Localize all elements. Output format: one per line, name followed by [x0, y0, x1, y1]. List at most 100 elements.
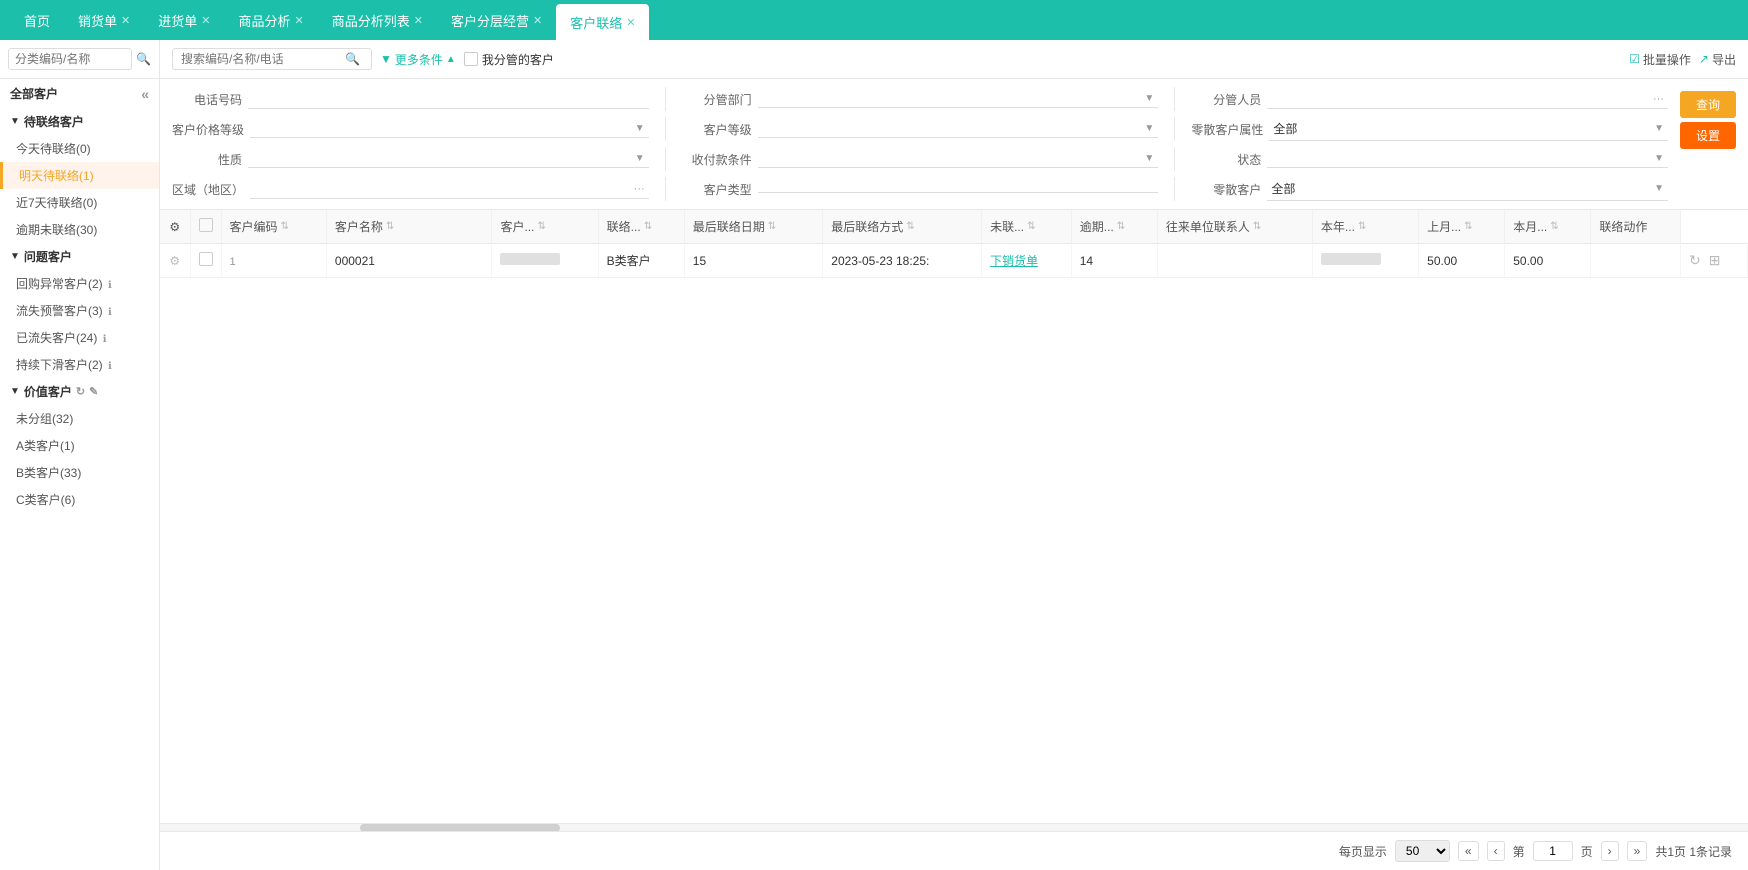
col-last-date-sort[interactable]: 最后联络日期 ⇅ [693, 218, 815, 235]
my-customer-checkbox-area[interactable]: 我分管的客户 [464, 51, 554, 68]
table-settings-icon[interactable]: ⚙ [169, 220, 180, 234]
first-page-btn[interactable]: « [1458, 841, 1479, 861]
col-this-year-sort[interactable]: 本年... ⇅ [1321, 218, 1410, 235]
row-checkbox-cell[interactable] [190, 244, 221, 278]
col-contact-count-header[interactable]: 联络... ⇅ [598, 210, 684, 244]
row-action-grid-icon[interactable]: ⊞ [1709, 252, 1721, 269]
row-last-method-link[interactable]: 下销货单 [990, 254, 1038, 268]
search-icon[interactable]: 🔍 [345, 52, 360, 66]
filter-customer-level-select[interactable]: ▼ [758, 120, 1159, 138]
sidebar-item-churned[interactable]: 已流失客户(24) ℹ [0, 324, 159, 351]
nav-customer-contact[interactable]: 客户联络 ✕ [556, 4, 649, 40]
sidebar-item-c-class[interactable]: C类客户(6) [0, 486, 159, 513]
filter-customer-type-select[interactable] [758, 186, 1159, 193]
filter-status-select[interactable]: ▼ [1267, 150, 1668, 168]
filter-person-more-icon[interactable]: ··· [1653, 93, 1664, 105]
nav-sales-order[interactable]: 销货单 ✕ [64, 0, 144, 40]
sidebar-item-a-class[interactable]: A类客户(1) [0, 432, 159, 459]
col-last-date-header[interactable]: 最后联络日期 ⇅ [684, 210, 823, 244]
value-section-header[interactable]: ▼ 价值客户 ↻ ✎ [0, 378, 159, 405]
nav-close-contact[interactable]: ✕ [626, 16, 635, 29]
col-not-contacted-sort[interactable]: 未联... ⇅ [990, 218, 1063, 235]
settings-button[interactable]: 设置 [1680, 122, 1736, 149]
query-button[interactable]: 查询 [1680, 91, 1736, 118]
col-type-sort[interactable]: 客户... ⇅ [500, 218, 589, 235]
value-edit-icon[interactable]: ✎ [89, 385, 98, 398]
more-filter-btn[interactable]: ▼ 更多条件 ▲ [380, 51, 456, 68]
sidebar-item-7days[interactable]: 近7天待联络(0) [0, 189, 159, 216]
value-refresh-icon[interactable]: ↻ [76, 385, 85, 398]
col-last-method-sort[interactable]: 最后联络方式 ⇅ [831, 218, 973, 235]
pending-section-header[interactable]: ▼ 待联络客户 [0, 108, 159, 135]
row-action-refresh-icon[interactable]: ↻ [1689, 252, 1701, 269]
filter-region-select[interactable]: ··· [250, 180, 649, 199]
nav-customer-tier[interactable]: 客户分层经营 ✕ [437, 0, 556, 40]
all-customers-header[interactable]: 全部客户 « [0, 79, 159, 108]
sidebar-item-tomorrow[interactable]: 明天待联络(1) [0, 162, 159, 189]
sidebar-search-input[interactable] [8, 48, 132, 70]
per-page-select[interactable]: 50 100 [1395, 840, 1450, 862]
filter-nature-select[interactable]: ▼ [248, 150, 649, 168]
sidebar-item-today[interactable]: 今天待联络(0) [0, 135, 159, 162]
problem-section-header[interactable]: ▼ 问题客户 [0, 243, 159, 270]
col-gear[interactable]: ⚙ [160, 210, 190, 244]
col-code-sort[interactable]: 客户编码 ⇅ [230, 218, 318, 235]
my-customer-checkbox[interactable] [464, 52, 478, 66]
page-input[interactable] [1533, 841, 1573, 861]
nav-close-product[interactable]: ✕ [295, 14, 304, 27]
col-code-header[interactable]: 客户编码 ⇅ [221, 210, 326, 244]
select-all-checkbox[interactable] [199, 218, 213, 232]
col-overdue-sort[interactable]: 逾期... ⇅ [1080, 218, 1149, 235]
col-type-header[interactable]: 客户... ⇅ [492, 210, 598, 244]
sidebar-item-churn-warning[interactable]: 流失预警客户(3) ℹ [0, 297, 159, 324]
row-settings-icon[interactable]: ⚙ [169, 254, 180, 268]
horizontal-scrollbar[interactable] [160, 823, 1748, 831]
last-page-btn[interactable]: » [1627, 841, 1648, 861]
col-last-method-header[interactable]: 最后联络方式 ⇅ [823, 210, 982, 244]
nav-product-analysis[interactable]: 商品分析 ✕ [224, 0, 317, 40]
sidebar-item-declining[interactable]: 持续下滑客户(2) ℹ [0, 351, 159, 378]
sidebar-search-icon[interactable]: 🔍 [136, 52, 151, 66]
nav-product-analysis-list[interactable]: 商品分析列表 ✕ [318, 0, 437, 40]
nav-close-purchase[interactable]: ✕ [201, 14, 210, 27]
filter-dept-select[interactable]: ▼ [758, 90, 1159, 108]
filter-retail-attr-select[interactable]: 全部 ▼ [1269, 117, 1668, 141]
next-page-btn[interactable]: › [1601, 841, 1619, 861]
prev-page-btn[interactable]: ‹ [1487, 841, 1505, 861]
col-name-header[interactable]: 客户名称 ⇅ [326, 210, 492, 244]
sidebar-item-b-class[interactable]: B类客户(33) [0, 459, 159, 486]
export-btn[interactable]: ↗ 导出 [1699, 51, 1736, 68]
filter-phone-input[interactable] [248, 90, 649, 109]
col-this-month-sort[interactable]: 本月... ⇅ [1513, 218, 1582, 235]
filter-price-level-select[interactable]: ▼ [250, 120, 649, 138]
nav-close-product-list[interactable]: ✕ [414, 14, 423, 27]
col-name-sort[interactable]: 客户名称 ⇅ [335, 218, 484, 235]
nav-purchase-order[interactable]: 进货单 ✕ [144, 0, 224, 40]
nav-home[interactable]: 首页 [10, 0, 64, 40]
sidebar-collapse-icon[interactable]: « [141, 86, 149, 102]
nav-close-tier[interactable]: ✕ [533, 14, 542, 27]
col-contact-person-header[interactable]: 往来单位联系人 ⇅ [1157, 210, 1312, 244]
col-this-month-header[interactable]: 本月... ⇅ [1505, 210, 1591, 244]
filter-payment-select[interactable]: ▼ [758, 150, 1159, 168]
col-not-contacted-header[interactable]: 未联... ⇅ [982, 210, 1072, 244]
search-bar[interactable]: 🔍 [172, 48, 372, 70]
col-overdue-header[interactable]: 逾期... ⇅ [1071, 210, 1157, 244]
sidebar-item-ungrouped[interactable]: 未分组(32) [0, 405, 159, 432]
col-contact-person-sort[interactable]: 往来单位联系人 ⇅ [1166, 218, 1304, 235]
row-checkbox[interactable] [199, 252, 213, 266]
sidebar-item-overdue[interactable]: 逾期未联络(30) [0, 216, 159, 243]
col-last-month-header[interactable]: 上月... ⇅ [1419, 210, 1505, 244]
filter-person-select[interactable]: ··· [1267, 90, 1668, 109]
nav-close-sales[interactable]: ✕ [121, 14, 130, 27]
col-checkbox[interactable] [190, 210, 221, 244]
col-this-year-header[interactable]: 本年... ⇅ [1312, 210, 1418, 244]
sidebar-item-repurchase-abnormal[interactable]: 回购异常客户(2) ℹ [0, 270, 159, 297]
batch-operation-btn[interactable]: ☑ 批量操作 [1629, 51, 1691, 68]
col-last-month-sort[interactable]: 上月... ⇅ [1427, 218, 1496, 235]
filter-retail-select[interactable]: 全部 ▼ [1267, 177, 1668, 201]
row-last-method-cell[interactable]: 下销货单 [982, 244, 1072, 278]
filter-region-more-icon[interactable]: ··· [634, 183, 645, 195]
search-input[interactable] [181, 52, 341, 66]
col-contact-count-sort[interactable]: 联络... ⇅ [607, 218, 676, 235]
